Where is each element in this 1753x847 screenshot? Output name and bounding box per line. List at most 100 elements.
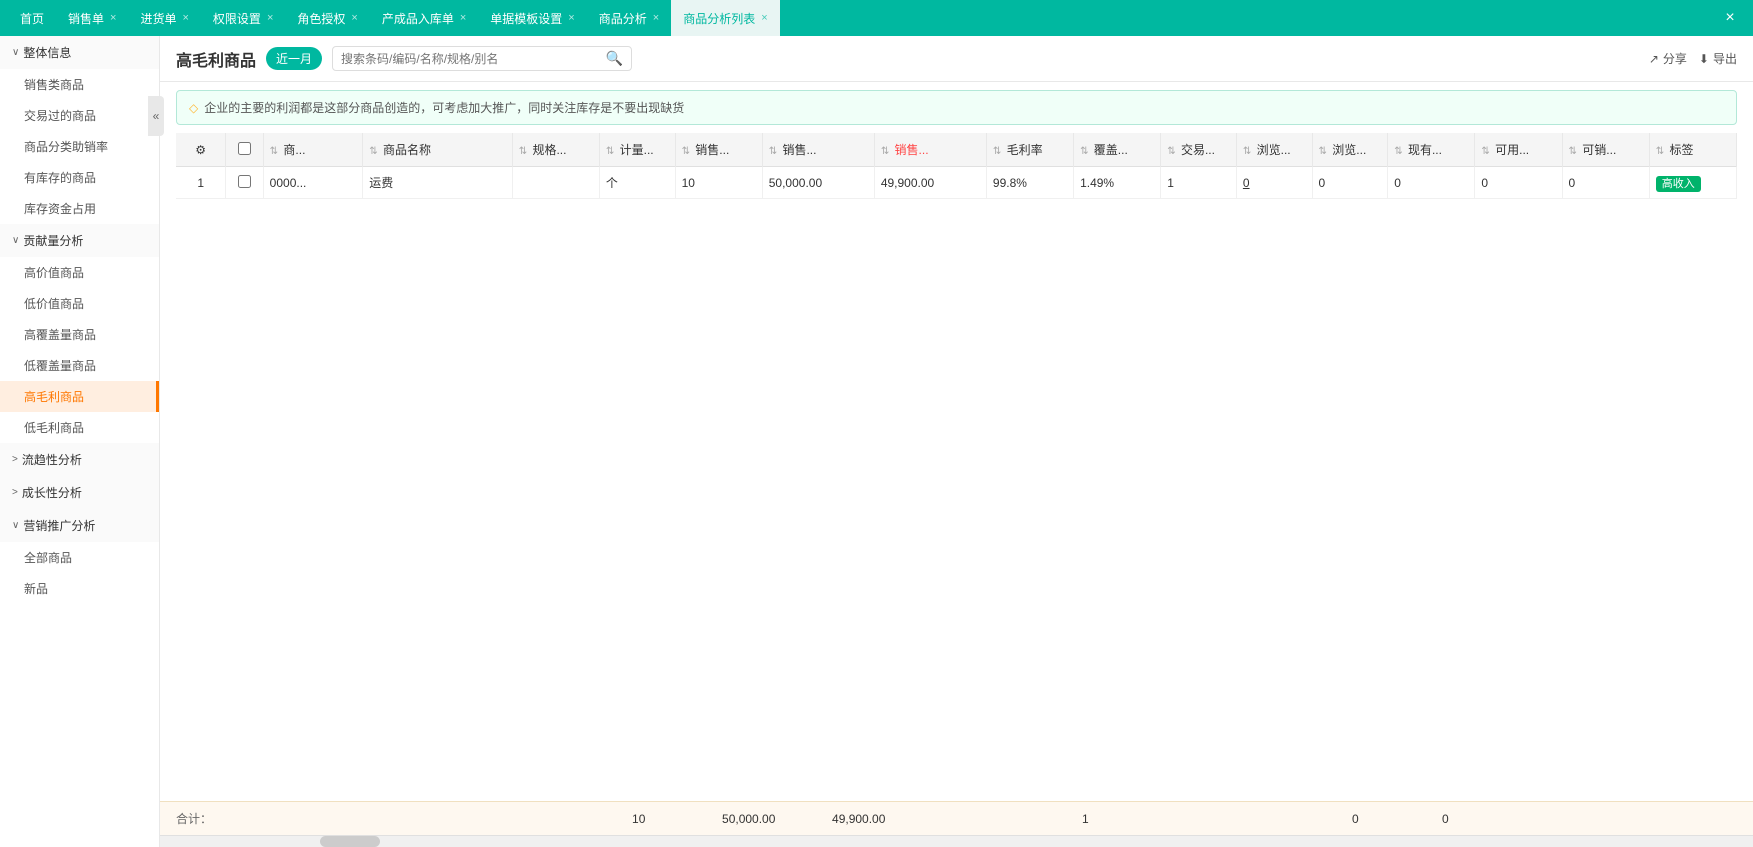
sidebar-group-marketing[interactable]: ∨ 营销推广分析 <box>0 509 159 542</box>
col-browse1[interactable]: ⇅ 浏览... <box>1236 133 1312 167</box>
sidebar-group-overall-arrow: ∨ <box>12 47 19 58</box>
sort-icon-current-stock: ⇅ <box>1394 146 1402 157</box>
col-browse2[interactable]: ⇅ 浏览... <box>1312 133 1388 167</box>
sidebar-item-sales-goods[interactable]: 销售类商品 <box>0 69 159 100</box>
col-spec[interactable]: ⇅ 规格... <box>512 133 599 167</box>
sidebar-item-high-value[interactable]: 高价值商品 <box>0 257 159 288</box>
sidebar-item-all-goods[interactable]: 全部商品 <box>0 542 159 573</box>
nav-sales-order-close[interactable]: × <box>110 12 116 24</box>
sidebar-item-low-coverage[interactable]: 低覆盖量商品 <box>0 350 159 381</box>
filter-recent-month-button[interactable]: 近一月 <box>266 47 322 70</box>
info-banner: ◇ 企业的主要的利润都是这部分商品创造的，可考虑加大推广，同时关注库存是不要出现… <box>176 90 1737 125</box>
nav-template-settings-close[interactable]: × <box>568 12 574 24</box>
col-current-stock[interactable]: ⇅ 现有... <box>1388 133 1475 167</box>
tag-badge: 高收入 <box>1656 176 1701 192</box>
nav-role-auth-close[interactable]: × <box>351 12 357 24</box>
cell-spec <box>512 167 599 199</box>
sort-icon-browse2: ⇅ <box>1319 146 1327 157</box>
sort-icon-browse1: ⇅ <box>1243 146 1251 157</box>
nav-role-auth[interactable]: 角色授权 × <box>285 0 369 36</box>
cell-browse1[interactable]: 0 <box>1236 167 1312 199</box>
nav-home[interactable]: 首页 <box>8 0 56 36</box>
table-footer: 合计： 10 50,000.00 49,900.00 1 0 0 <box>160 801 1753 835</box>
col-trade[interactable]: ⇅ 交易... <box>1161 133 1237 167</box>
sort-icon-saleable-stock: ⇅ <box>1569 146 1577 157</box>
cell-coverage: 1.49% <box>1074 167 1161 199</box>
sidebar-group-trend-arrow: > <box>12 454 18 465</box>
col-sale-qty[interactable]: ⇅ 销售... <box>675 133 762 167</box>
cell-unit: 个 <box>599 167 675 199</box>
data-table: ⚙ ⇅ 商... ⇅ 商品名称 <box>176 133 1737 199</box>
cell-saleable-stock: 0 <box>1562 167 1649 199</box>
sort-icon-sale-qty: ⇅ <box>682 146 690 157</box>
export-button[interactable]: ⬇ 导出 <box>1699 50 1737 67</box>
nav-product-analysis[interactable]: 商品分析 × <box>587 0 671 36</box>
cell-browse2: 0 <box>1312 167 1388 199</box>
sidebar-item-new-goods[interactable]: 新品 <box>0 573 159 604</box>
col-sale-net[interactable]: ⇅ 销售... <box>874 133 986 167</box>
nav-sales-order[interactable]: 销售单 × <box>56 0 128 36</box>
nav-product-analysis-close[interactable]: × <box>653 12 659 24</box>
col-settings[interactable]: ⚙ <box>176 133 226 167</box>
col-coverage[interactable]: ⇅ 覆盖... <box>1074 133 1161 167</box>
footer-saleable: 0 <box>1442 812 1512 826</box>
sidebar-group-overall[interactable]: ∨ 整体信息 <box>0 36 159 69</box>
close-window-button[interactable]: × <box>1715 0 1745 36</box>
table-header-row: ⚙ ⇅ 商... ⇅ 商品名称 <box>176 133 1737 167</box>
col-available-stock[interactable]: ⇅ 可用... <box>1475 133 1562 167</box>
gear-icon: ⚙ <box>195 143 206 157</box>
sidebar-item-low-value[interactable]: 低价值商品 <box>0 288 159 319</box>
nav-product-inbound-close[interactable]: × <box>460 12 466 24</box>
col-unit[interactable]: ⇅ 计量... <box>599 133 675 167</box>
sidebar-item-high-coverage[interactable]: 高覆盖量商品 <box>0 319 159 350</box>
col-saleable-stock[interactable]: ⇅ 可销... <box>1562 133 1649 167</box>
footer-available: 0 <box>1352 812 1422 826</box>
cell-sale-amount: 50,000.00 <box>762 167 874 199</box>
cell-trade: 1 <box>1161 167 1237 199</box>
scrollbar-thumb[interactable] <box>320 836 380 847</box>
cell-name[interactable]: 运费 <box>363 167 512 199</box>
sidebar-item-stock-capital[interactable]: 库存资金占用 <box>0 193 159 224</box>
footer-sale-net: 49,900.00 <box>832 812 922 826</box>
sort-icon-code: ⇅ <box>270 146 278 157</box>
share-button[interactable]: ↗ 分享 <box>1649 50 1687 67</box>
sort-icon-sale-net: ⇅ <box>881 146 889 157</box>
sidebar: ∨ 整体信息 销售类商品 交易过的商品 商品分类助销率 有库存的商品 库存资金占… <box>0 36 160 847</box>
nav-template-settings[interactable]: 单据模板设置 × <box>478 0 586 36</box>
cell-code[interactable]: 0000... <box>263 167 363 199</box>
col-code[interactable]: ⇅ 商... <box>263 133 363 167</box>
footer-label: 合计： <box>176 810 212 827</box>
sidebar-collapse-button[interactable]: « <box>148 96 164 136</box>
col-sale-amount[interactable]: ⇅ 销售... <box>762 133 874 167</box>
sidebar-item-high-margin[interactable]: 高毛利商品 <box>0 381 159 412</box>
export-icon: ⬇ <box>1699 52 1709 66</box>
sidebar-group-trend[interactable]: > 流趋性分析 <box>0 443 159 476</box>
sort-icon-unit: ⇅ <box>606 146 614 157</box>
top-nav-bar: 首页 销售单 × 进货单 × 权限设置 × 角色授权 × 产成品入库单 × 单据… <box>0 0 1753 36</box>
content-header: 高毛利商品 近一月 🔍 ↗ 分享 ⬇ 导出 <box>160 36 1753 82</box>
sidebar-group-growth[interactable]: > 成长性分析 <box>0 476 159 509</box>
sidebar-item-in-stock[interactable]: 有库存的商品 <box>0 162 159 193</box>
sort-icon-sale-amount: ⇅ <box>769 146 777 157</box>
nav-purchase-order-close[interactable]: × <box>182 12 188 24</box>
nav-product-inbound[interactable]: 产成品入库单 × <box>370 0 478 36</box>
nav-product-analysis-list[interactable]: 商品分析列表 × <box>671 0 779 36</box>
nav-permission-settings-close[interactable]: × <box>267 12 273 24</box>
search-icon[interactable]: 🔍 <box>606 50 623 67</box>
nav-permission-settings[interactable]: 权限设置 × <box>201 0 285 36</box>
col-tag[interactable]: ⇅ 标签 <box>1649 133 1736 167</box>
sidebar-group-contribution[interactable]: ∨ 贡献量分析 <box>0 224 159 257</box>
row-checkbox[interactable] <box>238 175 251 188</box>
search-input[interactable] <box>341 52 606 66</box>
select-all-checkbox[interactable] <box>238 142 251 155</box>
sidebar-item-traded-goods[interactable]: 交易过的商品 <box>0 100 159 131</box>
horizontal-scrollbar[interactable] <box>160 835 1753 847</box>
nav-purchase-order[interactable]: 进货单 × <box>128 0 200 36</box>
col-name[interactable]: ⇅ 商品名称 <box>363 133 512 167</box>
col-checkbox <box>226 133 263 167</box>
sidebar-item-category-rate[interactable]: 商品分类助销率 <box>0 131 159 162</box>
header-actions: ↗ 分享 ⬇ 导出 <box>1649 50 1737 67</box>
nav-product-analysis-list-close[interactable]: × <box>761 12 767 24</box>
sidebar-item-low-margin[interactable]: 低毛利商品 <box>0 412 159 443</box>
col-gross-rate[interactable]: ⇅ 毛利率 <box>986 133 1073 167</box>
